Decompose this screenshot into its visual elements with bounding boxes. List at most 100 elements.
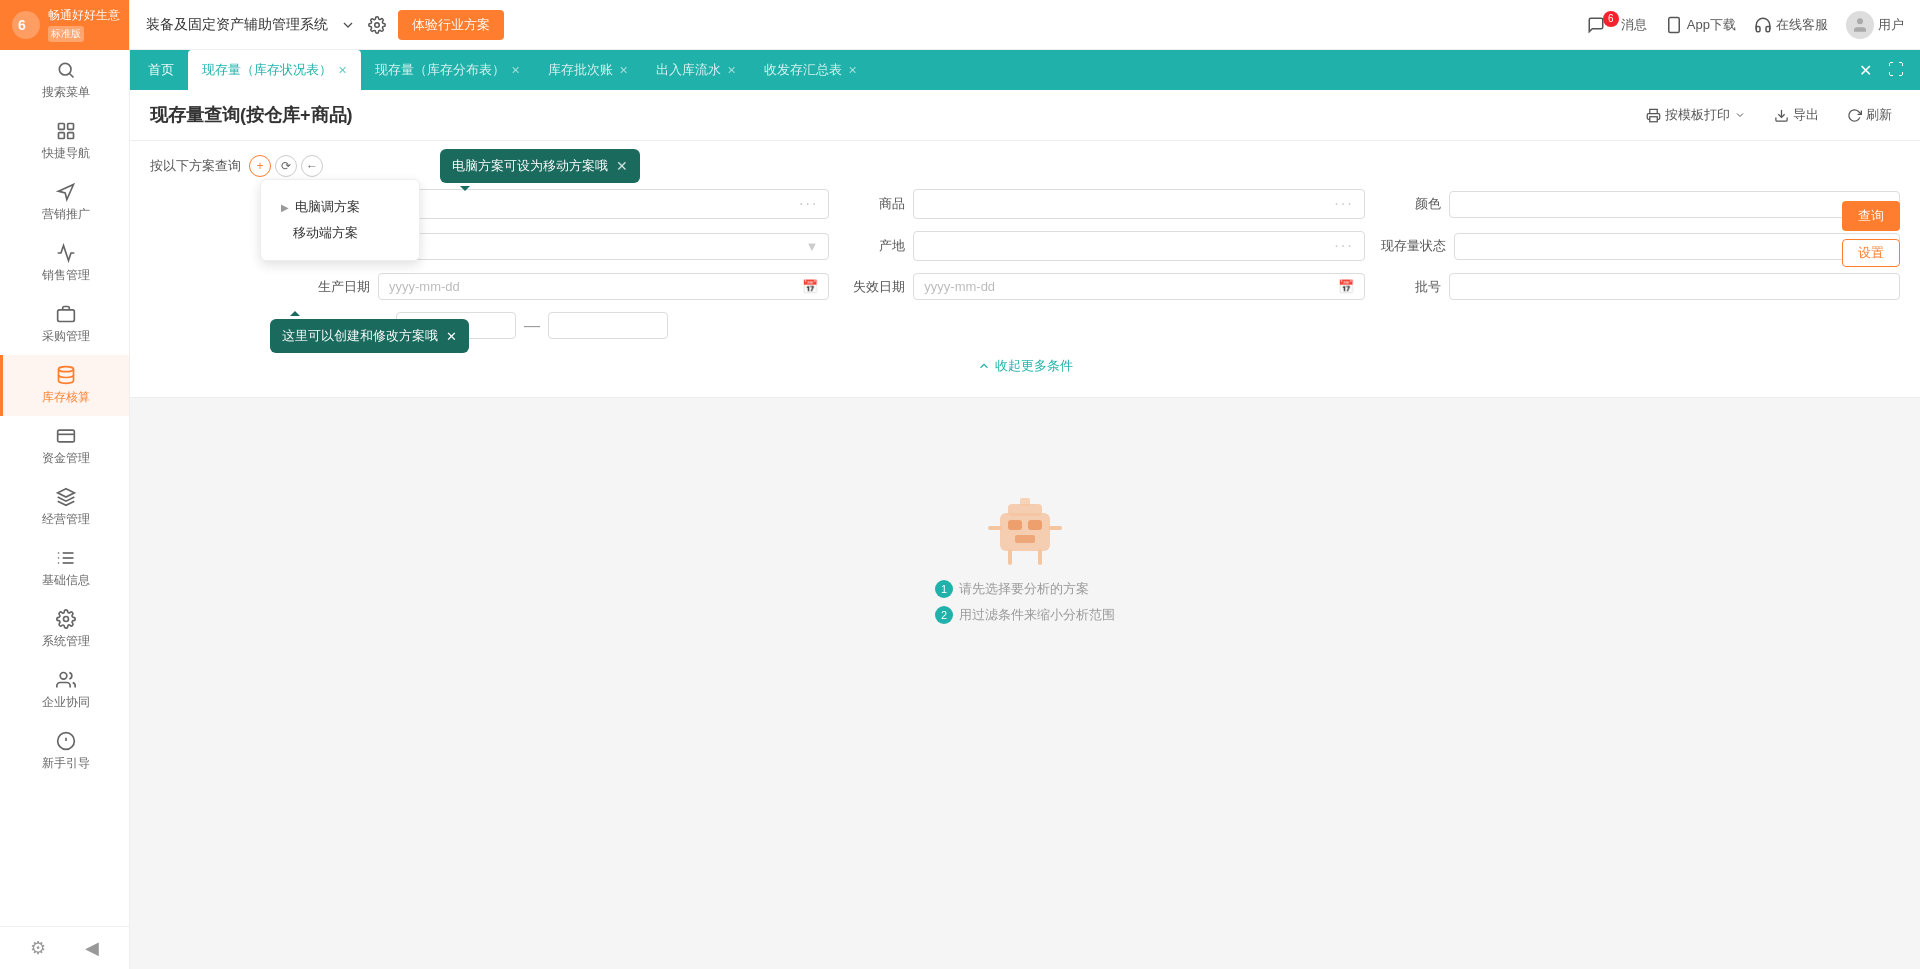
collapse-icon[interactable]: ◀	[85, 937, 99, 959]
sidebar-item-marketing[interactable]: 营销推广	[0, 172, 129, 233]
topbar-right: 6 消息 App下载 在线客服 用户	[1587, 11, 1904, 39]
scheme-item-mobile[interactable]: 移动端方案	[273, 220, 419, 246]
export-btn[interactable]: 导出	[1766, 102, 1827, 128]
tip-num-2: 2	[935, 606, 953, 624]
system-dropdown[interactable]	[340, 17, 356, 33]
tab-fullscreen-icon[interactable]: ⛶	[1884, 59, 1908, 81]
filter-field-stock-status: 现存量状态 ▼	[1381, 233, 1900, 260]
tab-recv-send[interactable]: 收发存汇总表 ✕	[750, 50, 871, 90]
app-download-label: App下载	[1687, 16, 1736, 34]
tab-stock-dist-label: 现存量（库存分布表）	[375, 61, 505, 79]
sidebar-item-purchase[interactable]: 采购管理	[0, 294, 129, 355]
settings-btn[interactable]: 设置	[1842, 239, 1900, 267]
sidebar-label-sales: 销售管理	[42, 267, 90, 284]
sidebar-label-inventory: 库存核算	[42, 389, 90, 406]
tab-stock-batch[interactable]: 库存批次账 ✕	[534, 50, 642, 90]
svg-point-2	[59, 63, 71, 75]
sidebar-item-guide[interactable]: 新手引导	[0, 721, 129, 782]
svg-point-0	[12, 11, 40, 39]
sidebar-label-search: 搜索菜单	[42, 84, 90, 101]
expire-date-input[interactable]: yyyy-mm-dd 📅	[913, 273, 1364, 300]
svg-point-17	[58, 562, 60, 564]
tab-stock-dist[interactable]: 现存量（库存分布表） ✕	[361, 50, 534, 90]
tab-recv-send-close[interactable]: ✕	[848, 64, 857, 77]
warehouse-select[interactable]: ···	[378, 189, 829, 219]
produce-date-input[interactable]: yyyy-mm-dd 📅	[378, 273, 829, 300]
sidebar-item-search[interactable]: 搜索菜单	[0, 50, 129, 111]
empty-illustration	[980, 478, 1070, 568]
svg-rect-10	[58, 430, 75, 442]
message-btn[interactable]: 6 消息	[1587, 16, 1647, 34]
color-select[interactable]: ▼	[1449, 191, 1900, 218]
edit-scheme-btn[interactable]: ⟳	[275, 155, 297, 177]
tooltip2-close[interactable]: ✕	[446, 329, 457, 344]
sidebar-item-enterprise[interactable]: 企业协同	[0, 660, 129, 721]
filter-field-batch-no: 批号	[1381, 273, 1900, 300]
tab-stock-batch-label: 库存批次账	[548, 61, 613, 79]
arrow-scheme-btn[interactable]: ←	[301, 155, 323, 177]
tab-in-out-flow[interactable]: 出入库流水 ✕	[642, 50, 750, 90]
sidebar-label-basic: 基础信息	[42, 572, 90, 589]
collapse-bar[interactable]: 收起更多条件	[150, 349, 1900, 383]
refresh-label: 刷新	[1866, 106, 1892, 124]
svg-rect-31	[1028, 520, 1042, 530]
refresh-btn[interactable]: 刷新	[1839, 102, 1900, 128]
tab-stock-status-close[interactable]: ✕	[338, 64, 347, 77]
tooltip1-close[interactable]: ✕	[616, 158, 628, 174]
empty-tip-2: 2 用过滤条件来缩小分析范围	[935, 606, 1115, 624]
goods-dots[interactable]: ···	[1334, 195, 1353, 213]
sidebar-item-inventory[interactable]: 库存核算	[0, 355, 129, 416]
search-btn[interactable]: 查询	[1842, 201, 1900, 231]
warehouse-dots[interactable]: ···	[799, 195, 818, 213]
online-service-btn[interactable]: 在线客服	[1754, 16, 1828, 34]
produce-date-calendar-icon[interactable]: 📅	[802, 279, 818, 294]
add-scheme-btn[interactable]: +	[249, 155, 271, 177]
app-download-btn[interactable]: App下载	[1665, 16, 1736, 34]
expire-date-calendar-icon[interactable]: 📅	[1338, 279, 1354, 294]
topbar-left: 装备及固定资产辅助管理系统 体验行业方案	[146, 10, 504, 40]
size-select[interactable]: ▼	[378, 233, 829, 260]
user-btn[interactable]: 用户	[1846, 11, 1904, 39]
tab-close-all-icon[interactable]: ✕	[1855, 59, 1876, 82]
svg-rect-6	[59, 133, 65, 139]
tab-stock-batch-close[interactable]: ✕	[619, 64, 628, 77]
svg-rect-5	[68, 124, 74, 130]
filter-section: 按以下方案查询 + ⟳ ← 电脑方案可设为移动方案哦 ✕ ▶ 电脑	[130, 141, 1920, 398]
user-icon	[1851, 16, 1869, 34]
sidebar-item-sales[interactable]: 销售管理	[0, 233, 129, 294]
goods-label: 商品	[845, 195, 905, 213]
filter-field-color: 颜色 ▼	[1381, 191, 1900, 218]
sidebar-item-finance[interactable]: 资金管理	[0, 416, 129, 477]
empty-tip2-text: 用过滤条件来缩小分析范围	[959, 606, 1115, 624]
sidebar-item-system[interactable]: 系统管理	[0, 599, 129, 660]
svg-rect-30	[1008, 520, 1022, 530]
svg-point-23	[375, 22, 380, 27]
svg-point-19	[60, 673, 67, 680]
batch-no-input[interactable]	[1449, 273, 1900, 300]
settings-icon[interactable]	[368, 16, 386, 34]
tab-in-out-flow-close[interactable]: ✕	[727, 64, 736, 77]
tab-stock-dist-close[interactable]: ✕	[511, 64, 520, 77]
stock-main-max-input[interactable]	[548, 312, 668, 339]
scheme-dropdown: ▶ 电脑调方案 移动端方案	[260, 179, 420, 261]
goods-select[interactable]: ···	[913, 189, 1364, 219]
tab-home[interactable]: 首页	[134, 50, 188, 90]
message-badge: 6	[1603, 11, 1619, 27]
print-btn[interactable]: 按模板打印	[1638, 102, 1754, 128]
tab-stock-status[interactable]: 现存量（库存状况表） ✕	[188, 50, 361, 90]
page-header: 现存量查询(按仓库+商品) 按模板打印 导出 刷新	[130, 90, 1920, 141]
sidebar-label-purchase: 采购管理	[42, 328, 90, 345]
sidebar-bottom: ⚙ ◀	[0, 926, 129, 969]
sidebar-item-operations[interactable]: 经营管理	[0, 477, 129, 538]
origin-select[interactable]: ···	[913, 231, 1364, 261]
page-actions: 按模板打印 导出 刷新	[1638, 102, 1900, 128]
scheme-item-desktop[interactable]: ▶ 电脑调方案	[273, 194, 419, 220]
stock-status-select[interactable]: ▼	[1454, 233, 1900, 260]
settings-icon[interactable]: ⚙	[30, 937, 46, 959]
sidebar-item-basic[interactable]: 基础信息	[0, 538, 129, 599]
sidebar-item-quick-nav[interactable]: 快捷导航	[0, 111, 129, 172]
industry-btn[interactable]: 体验行业方案	[398, 10, 504, 40]
content-area: 现存量查询(按仓库+商品) 按模板打印 导出 刷新	[130, 90, 1920, 969]
origin-dots[interactable]: ···	[1334, 237, 1353, 255]
svg-point-16	[58, 557, 60, 559]
